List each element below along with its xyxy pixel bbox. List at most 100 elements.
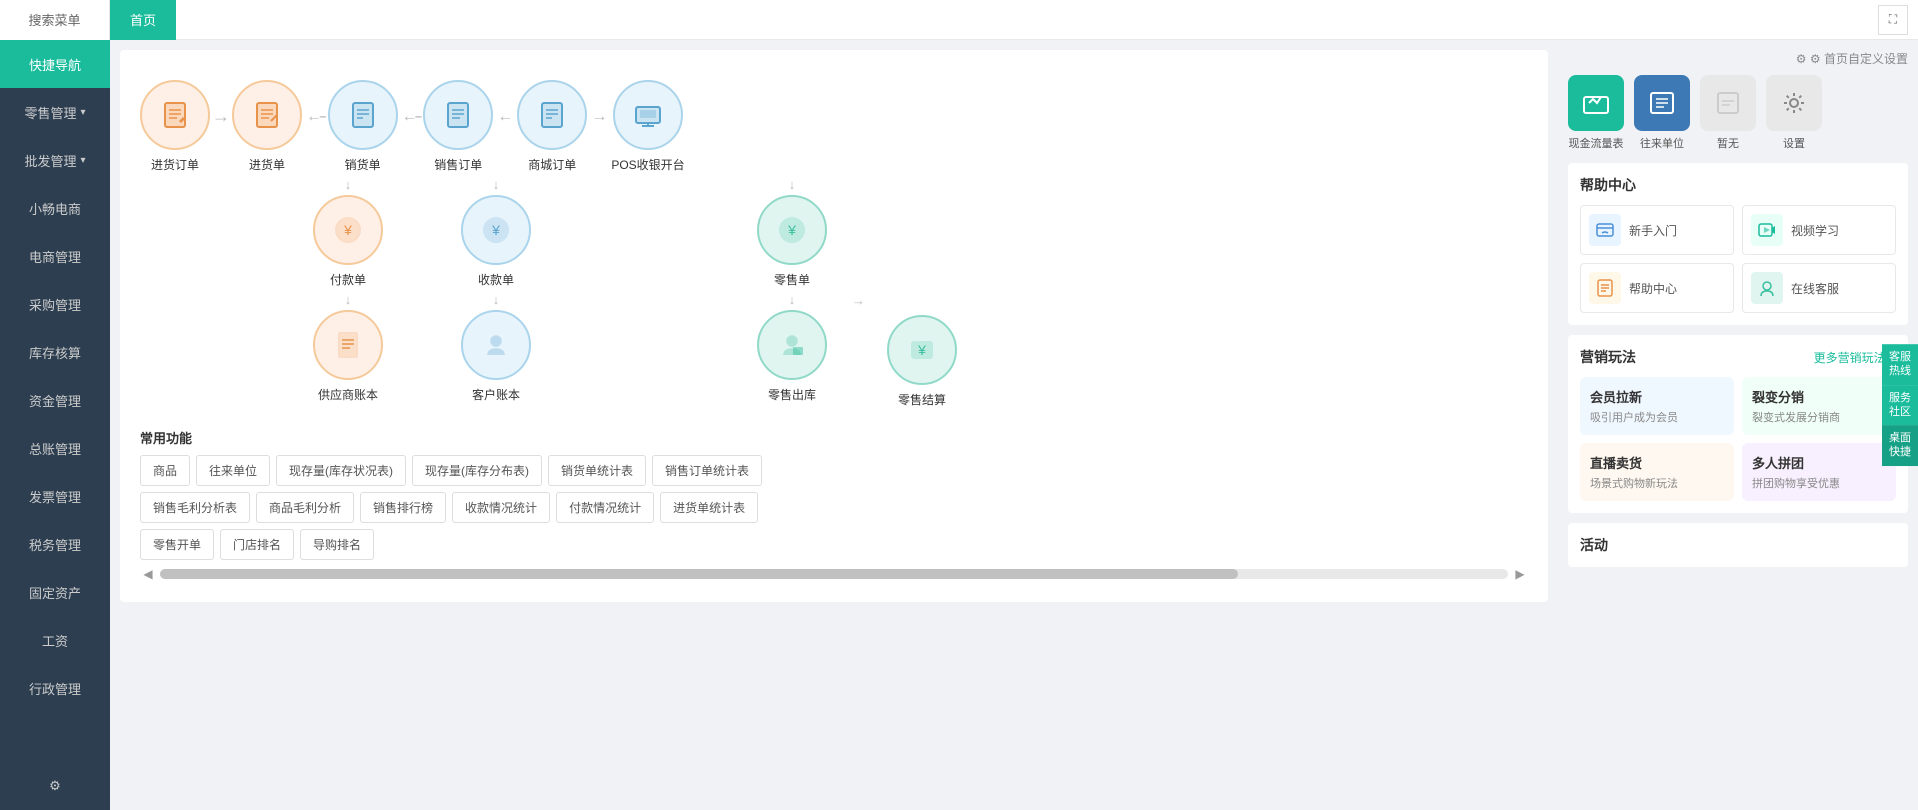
marketing-live-title: 直播卖货 [1590,453,1724,472]
help-item-beginner[interactable]: 新手入门 [1580,205,1734,255]
sidebar-item-assets[interactable]: 固定资产 [0,568,110,616]
func-btn-sales-stats[interactable]: 销货单统计表 [548,455,646,486]
contacts-icon-label: 往来单位 [1640,135,1684,151]
customize-settings-button[interactable]: ⚙ ⚙ 首页自定义设置 [1568,50,1908,67]
help-center-title: 帮助中心 [1580,175,1896,195]
sidebar-item-inventory[interactable]: 库存核算 [0,328,110,376]
common-func-title: 常用功能 [140,428,1528,447]
sidebar-item-invoice[interactable]: 发票管理 [0,472,110,520]
node-pos-cashier[interactable]: POS收银开台 [611,80,684,173]
scroll-left-button[interactable]: ◀ [140,566,156,582]
marketing-group[interactable]: 多人拼团 拼团购物享受优惠 [1742,443,1896,501]
sidebar-item-ecommerce[interactable]: 电商管理 [0,232,110,280]
func-row-3: 零售开单 门店排名 导购排名 [140,529,1528,560]
tab-home[interactable]: 首页 [110,0,176,40]
sidebar-item-purchase[interactable]: 采购管理 [0,280,110,328]
marketing-live-desc: 场景式购物新玩法 [1590,475,1724,491]
sidebar-item-tax[interactable]: 税务管理 [0,520,110,568]
retail-order-icon[interactable]: ¥ [757,195,827,265]
quick-icon-contacts[interactable]: 往来单位 [1634,75,1690,151]
sidebar-item-xiaochangec[interactable]: 小畅电商 [0,184,110,232]
func-btn-inventory-status[interactable]: 现存量(库存状况表) [276,455,406,486]
sidebar-item-admin[interactable]: 行政管理 [0,664,110,712]
marketing-live[interactable]: 直播卖货 场景式购物新玩法 [1580,443,1734,501]
quick-icon-placeholder[interactable]: 暂无 [1700,75,1756,151]
func-btn-sales-profit[interactable]: 销售毛利分析表 [140,492,250,523]
flow-diagram: 进货订单 → 进货单 ←-- [140,70,1528,418]
help-item-helpcenter[interactable]: 帮助中心 [1580,263,1734,313]
activity-title: 活动 [1580,535,1896,555]
sidebar-item-finance[interactable]: 资金管理 [0,376,110,424]
sales-order-icon [423,80,493,150]
node-sales-invoice[interactable]: 销货单 [328,80,398,173]
node-sales-order[interactable]: 销售订单 [423,80,493,173]
fullscreen-icon: ⛶ [1889,12,1897,27]
func-row-1: 商品 往来单位 现存量(库存状况表) 现存量(库存分布表) 销货单统计表 销售订… [140,455,1528,486]
func-btn-contacts[interactable]: 往来单位 [196,455,270,486]
func-btn-store-rank[interactable]: 门店排名 [220,529,294,560]
func-btn-sales-rank[interactable]: 销售排行榜 [360,492,446,523]
help-item-video[interactable]: 视频学习 [1742,205,1896,255]
sidebar-item-wholesale[interactable]: 批发管理 ▾ [0,136,110,184]
settings-icon-label: 设置 [1783,135,1805,151]
node-mall-order[interactable]: 商城订单 [517,80,587,173]
retail-outbound-icon[interactable] [757,310,827,380]
svg-text:¥: ¥ [491,222,500,238]
mall-order-label: 商城订单 [528,156,576,173]
func-btn-inventory-dist[interactable]: 现存量(库存分布表) [412,455,542,486]
sales-order-label: 销售订单 [434,156,482,173]
retail-settlement-icon[interactable]: ¥ [887,315,957,385]
quick-icons-row: 现金流量表 往来单位 暂无 [1568,75,1908,151]
retail-outbound-label: 零售出库 [768,386,816,403]
supplier-account-icon[interactable] [313,310,383,380]
svg-text:¥: ¥ [343,222,352,238]
quick-icon-cashflow[interactable]: 现金流量表 [1568,75,1624,151]
quick-icon-settings[interactable]: 设置 [1766,75,1822,151]
marketing-member[interactable]: 会员拉新 吸引用户成为会员 [1580,377,1734,435]
beginner-icon [1589,214,1621,246]
arrow-1: → [210,106,232,127]
receipt-slip-label: 收款单 [478,271,514,288]
func-btn-purchase-stats[interactable]: 进货单统计表 [660,492,758,523]
node-purchase-receipt[interactable]: 进货单 [232,80,302,173]
fullscreen-button[interactable]: ⛶ [1878,5,1908,35]
customer-account-icon[interactable] [461,310,531,380]
float-btn-service[interactable]: 客服热线 [1882,344,1918,385]
func-btn-guide-rank[interactable]: 导购排名 [300,529,374,560]
receipt-slip-icon[interactable]: ¥ [461,195,531,265]
func-btn-goods[interactable]: 商品 [140,455,190,486]
sidebar-item-ledger[interactable]: 总账管理 [0,424,110,472]
marketing-card: 营销玩法 更多营销玩法 > 会员拉新 吸引用户成为会员 裂变分销 裂变式发展分销… [1568,335,1908,513]
sidebar-item-quicknav[interactable]: 快捷导航 [0,40,110,88]
sidebar-item-salary[interactable]: 工资 [0,616,110,664]
float-btn-desktop[interactable]: 桌面快捷 [1882,425,1918,466]
func-row-2: 销售毛利分析表 商品毛利分析 销售排行榜 收款情况统计 付款情况统计 进货单统计… [140,492,1528,523]
marketing-title: 营销玩法 [1580,347,1636,367]
scroll-right-button[interactable]: ▶ [1512,566,1528,582]
scroll-bar: ◀ ▶ [140,566,1528,582]
func-btn-goods-profit[interactable]: 商品毛利分析 [256,492,354,523]
sidebar: 快捷导航 零售管理 ▾ 批发管理 ▾ 小畅电商 电商管理 采购管理 库存核算 资… [0,40,110,810]
payment-slip-icon[interactable]: ¥ [313,195,383,265]
sidebar-gear-button[interactable]: ⚙ [0,762,110,810]
func-btn-retail-order[interactable]: 零售开单 [140,529,214,560]
settings-icon-box [1766,75,1822,131]
pos-cashier-label: POS收银开台 [611,156,684,173]
func-btn-receipt-stats[interactable]: 收款情况统计 [452,492,550,523]
float-btn-community[interactable]: 服务社区 [1882,385,1918,426]
search-menu-button[interactable]: 搜索菜单 [0,0,110,40]
svg-text:¥: ¥ [787,222,796,238]
contacts-icon-box [1634,75,1690,131]
marketing-fission[interactable]: 裂变分销 裂变式发展分销商 [1742,377,1896,435]
help-item-online-service[interactable]: 在线客服 [1742,263,1896,313]
gear-icon: ⚙ [1796,52,1807,66]
func-btn-payment-stats[interactable]: 付款情况统计 [556,492,654,523]
supplier-account-label: 供应商账本 [318,386,378,403]
func-btn-sales-order-stats[interactable]: 销售订单统计表 [652,455,762,486]
scroll-track[interactable] [160,569,1508,579]
node-purchase-order[interactable]: 进货订单 [140,80,210,173]
search-menu-label: 搜索菜单 [28,10,80,29]
sidebar-item-retail[interactable]: 零售管理 ▾ [0,88,110,136]
placeholder-icon-box [1700,75,1756,131]
helpcenter-label: 帮助中心 [1629,280,1677,297]
